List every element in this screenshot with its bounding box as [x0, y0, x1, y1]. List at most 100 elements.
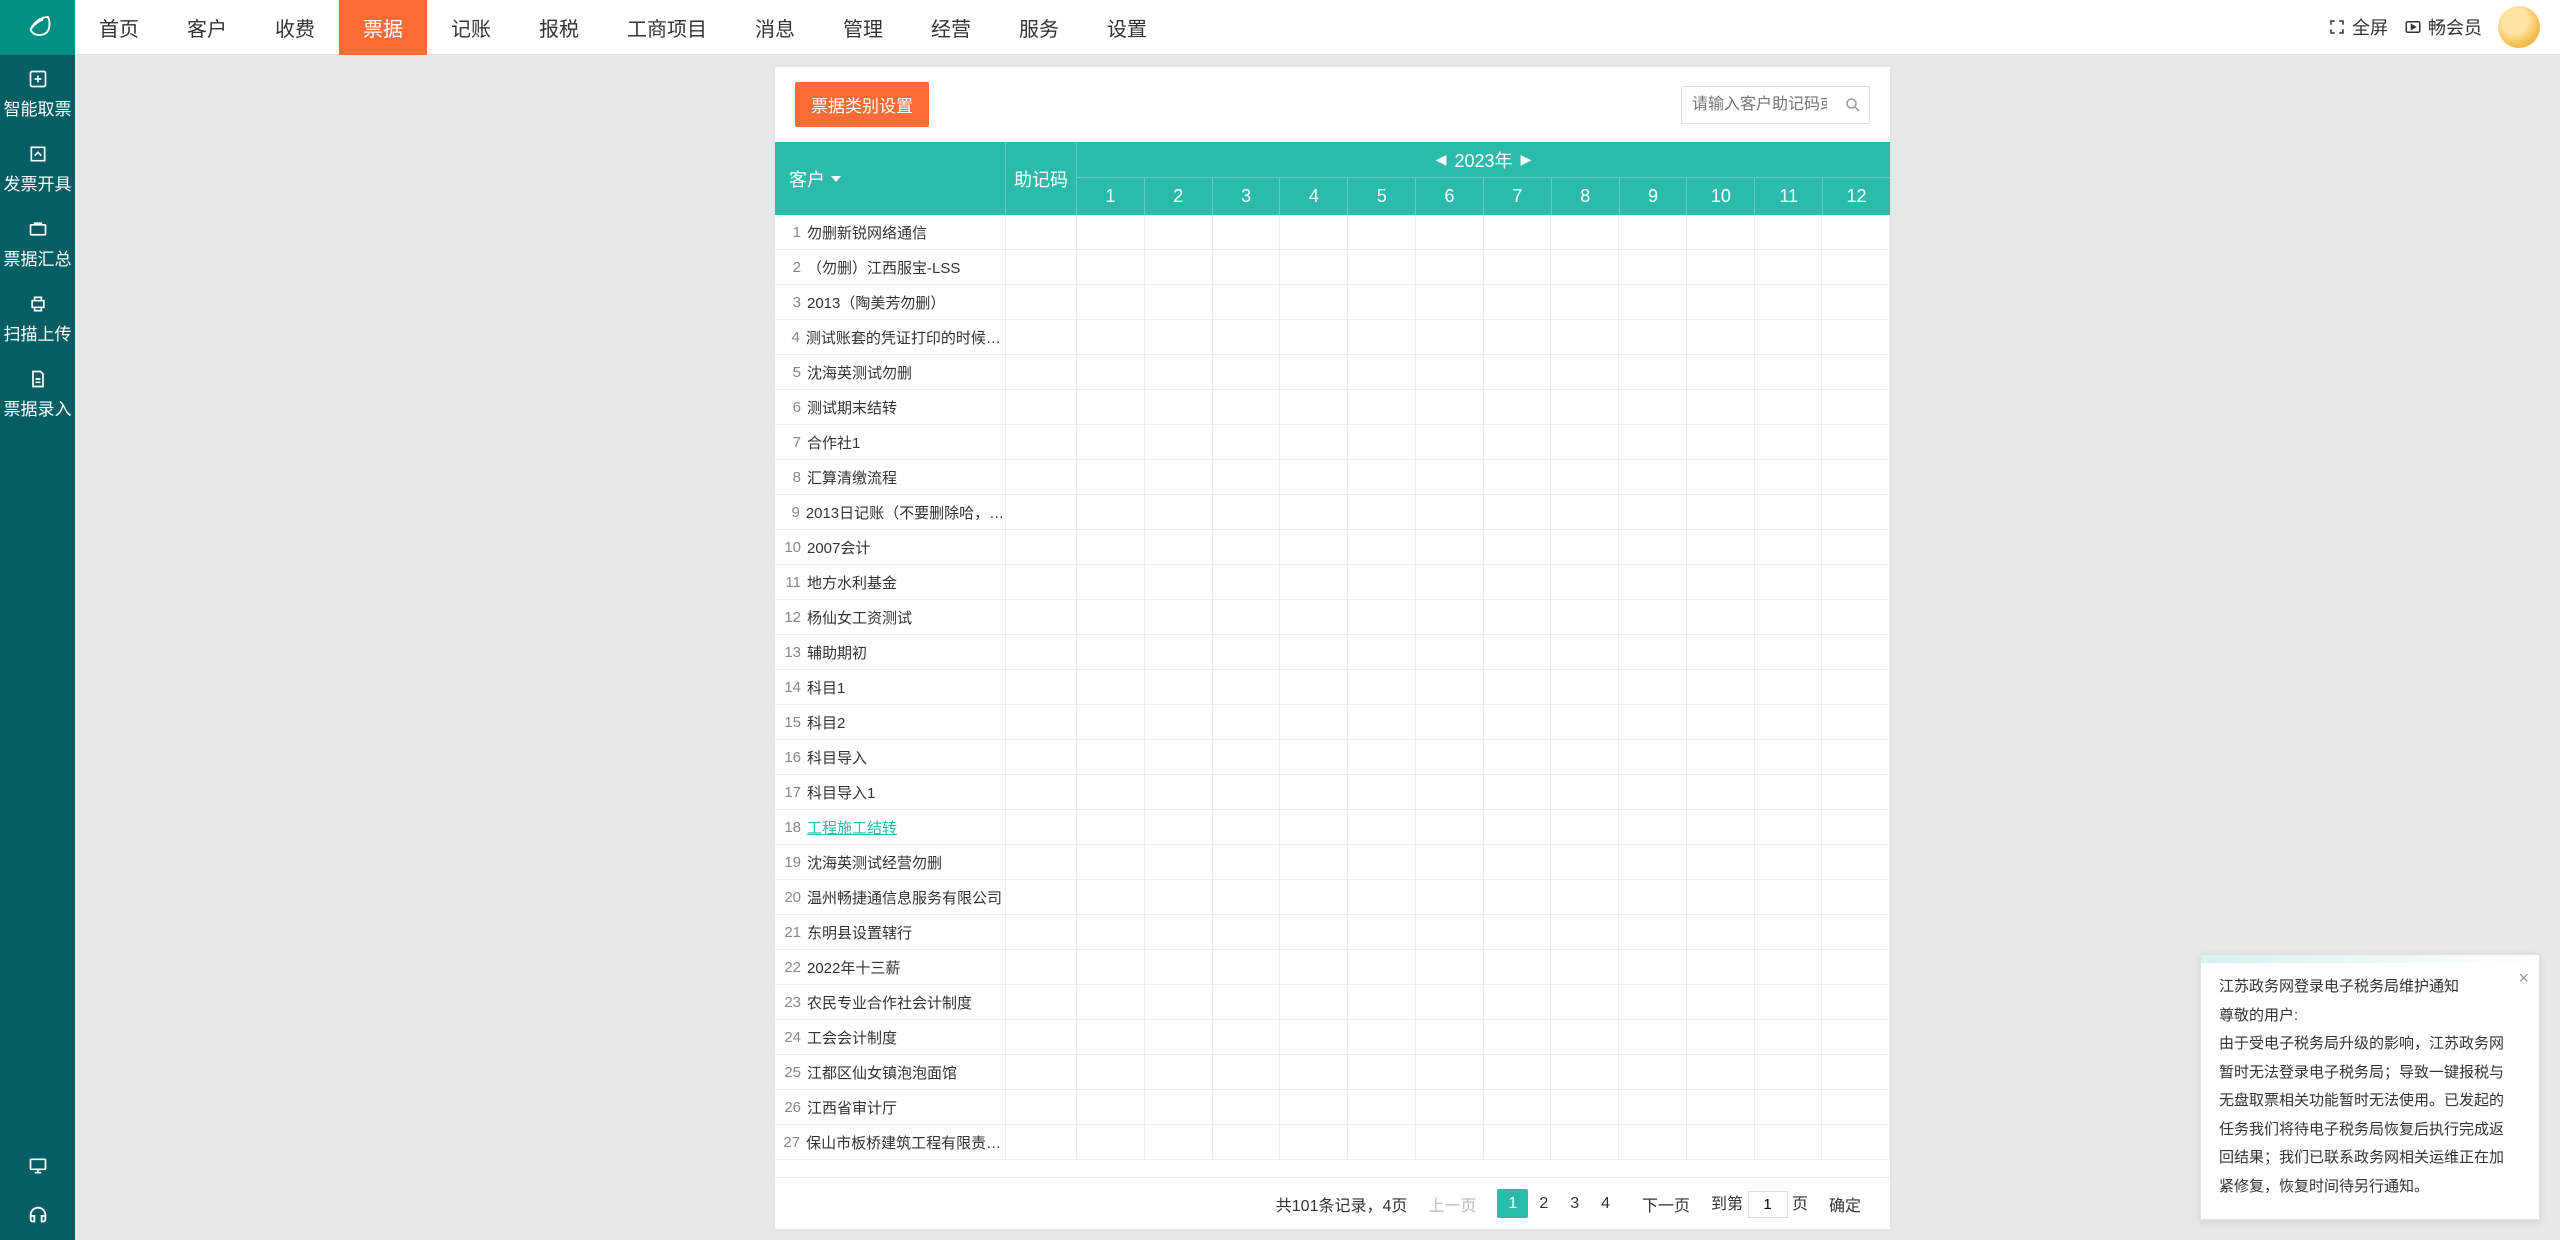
cell-month[interactable]: [1348, 250, 1416, 284]
cell-month[interactable]: [1416, 1125, 1484, 1159]
cell-month[interactable]: [1213, 1125, 1281, 1159]
cell-month[interactable]: [1348, 775, 1416, 809]
cell-month[interactable]: [1077, 1020, 1145, 1054]
cell-month[interactable]: [1687, 950, 1755, 984]
page-number-1[interactable]: 1: [1497, 1189, 1528, 1218]
cell-month[interactable]: [1551, 950, 1619, 984]
cell-month[interactable]: [1484, 670, 1552, 704]
cell-month[interactable]: [1077, 985, 1145, 1019]
cell-month[interactable]: [1348, 705, 1416, 739]
cell-month[interactable]: [1077, 600, 1145, 634]
cell-month[interactable]: [1755, 215, 1823, 249]
cell-month[interactable]: [1348, 880, 1416, 914]
cell-month[interactable]: [1280, 355, 1348, 389]
cell-month[interactable]: [1755, 495, 1823, 529]
client-name[interactable]: 工程施工结转: [807, 817, 897, 838]
cell-month[interactable]: [1551, 845, 1619, 879]
cell-month[interactable]: [1416, 460, 1484, 494]
cell-month[interactable]: [1687, 600, 1755, 634]
top-tab-0[interactable]: 首页: [75, 0, 163, 55]
cell-month[interactable]: [1687, 425, 1755, 459]
cell-month[interactable]: [1822, 670, 1890, 704]
cell-month[interactable]: [1822, 215, 1890, 249]
cell-month[interactable]: [1213, 880, 1281, 914]
cell-month[interactable]: [1822, 880, 1890, 914]
cell-month[interactable]: [1213, 635, 1281, 669]
cell-month[interactable]: [1551, 985, 1619, 1019]
cell-month[interactable]: [1551, 425, 1619, 459]
cell-month[interactable]: [1348, 810, 1416, 844]
member-button[interactable]: 畅会员: [2404, 14, 2482, 40]
cell-month[interactable]: [1551, 1125, 1619, 1159]
cell-month[interactable]: [1145, 1090, 1213, 1124]
cell-month[interactable]: [1822, 425, 1890, 459]
cell-month[interactable]: [1755, 565, 1823, 599]
cell-month[interactable]: [1077, 1055, 1145, 1089]
cell-month[interactable]: [1213, 215, 1281, 249]
cell-month[interactable]: [1619, 460, 1687, 494]
cell-month[interactable]: [1077, 320, 1145, 354]
cell-month[interactable]: [1077, 670, 1145, 704]
cell-month[interactable]: [1213, 320, 1281, 354]
cell-month[interactable]: [1619, 810, 1687, 844]
cell-month[interactable]: [1755, 390, 1823, 424]
cell-month[interactable]: [1077, 950, 1145, 984]
cell-month[interactable]: [1145, 285, 1213, 319]
cell-month[interactable]: [1145, 775, 1213, 809]
cell-month[interactable]: [1348, 600, 1416, 634]
cell-month[interactable]: [1145, 1125, 1213, 1159]
cell-month[interactable]: [1348, 565, 1416, 599]
cell-month[interactable]: [1822, 565, 1890, 599]
cell-month[interactable]: [1280, 250, 1348, 284]
search-input[interactable]: [1682, 87, 1837, 123]
cell-month[interactable]: [1619, 250, 1687, 284]
cell-month[interactable]: [1484, 740, 1552, 774]
cell-month[interactable]: [1213, 950, 1281, 984]
cell-month[interactable]: [1755, 775, 1823, 809]
cell-month[interactable]: [1755, 845, 1823, 879]
cell-month[interactable]: [1213, 285, 1281, 319]
cell-month[interactable]: [1484, 1020, 1552, 1054]
cell-month[interactable]: [1077, 740, 1145, 774]
search-button[interactable]: [1837, 96, 1869, 114]
cell-month[interactable]: [1213, 845, 1281, 879]
cell-month[interactable]: [1755, 915, 1823, 949]
cell-month[interactable]: [1416, 915, 1484, 949]
cell-month[interactable]: [1416, 845, 1484, 879]
cell-month[interactable]: [1077, 635, 1145, 669]
cell-month[interactable]: [1687, 985, 1755, 1019]
cell-month[interactable]: [1755, 355, 1823, 389]
cell-month[interactable]: [1145, 950, 1213, 984]
cell-month[interactable]: [1145, 495, 1213, 529]
cell-month[interactable]: [1484, 355, 1552, 389]
top-tab-3[interactable]: 票据: [339, 0, 427, 55]
cell-month[interactable]: [1687, 705, 1755, 739]
cell-month[interactable]: [1619, 1090, 1687, 1124]
cell-month[interactable]: [1484, 880, 1552, 914]
cell-month[interactable]: [1687, 775, 1755, 809]
cell-month[interactable]: [1484, 775, 1552, 809]
cell-month[interactable]: [1348, 390, 1416, 424]
cell-month[interactable]: [1755, 530, 1823, 564]
cell-month[interactable]: [1077, 355, 1145, 389]
cell-month[interactable]: [1551, 250, 1619, 284]
cell-month[interactable]: [1619, 670, 1687, 704]
monitor-button[interactable]: [0, 1142, 75, 1190]
cell-month[interactable]: [1145, 530, 1213, 564]
sidebar-item-3[interactable]: 扫描上传: [4, 280, 72, 355]
cell-month[interactable]: [1213, 1020, 1281, 1054]
cell-month[interactable]: [1619, 320, 1687, 354]
cell-month[interactable]: [1484, 495, 1552, 529]
cell-month[interactable]: [1755, 250, 1823, 284]
cell-month[interactable]: [1484, 565, 1552, 599]
cell-month[interactable]: [1213, 985, 1281, 1019]
cell-month[interactable]: [1755, 285, 1823, 319]
cell-month[interactable]: [1619, 215, 1687, 249]
cell-month[interactable]: [1280, 740, 1348, 774]
cell-month[interactable]: [1348, 355, 1416, 389]
cell-month[interactable]: [1687, 565, 1755, 599]
cell-month[interactable]: [1619, 390, 1687, 424]
cell-month[interactable]: [1145, 915, 1213, 949]
cell-month[interactable]: [1755, 320, 1823, 354]
cell-month[interactable]: [1687, 495, 1755, 529]
